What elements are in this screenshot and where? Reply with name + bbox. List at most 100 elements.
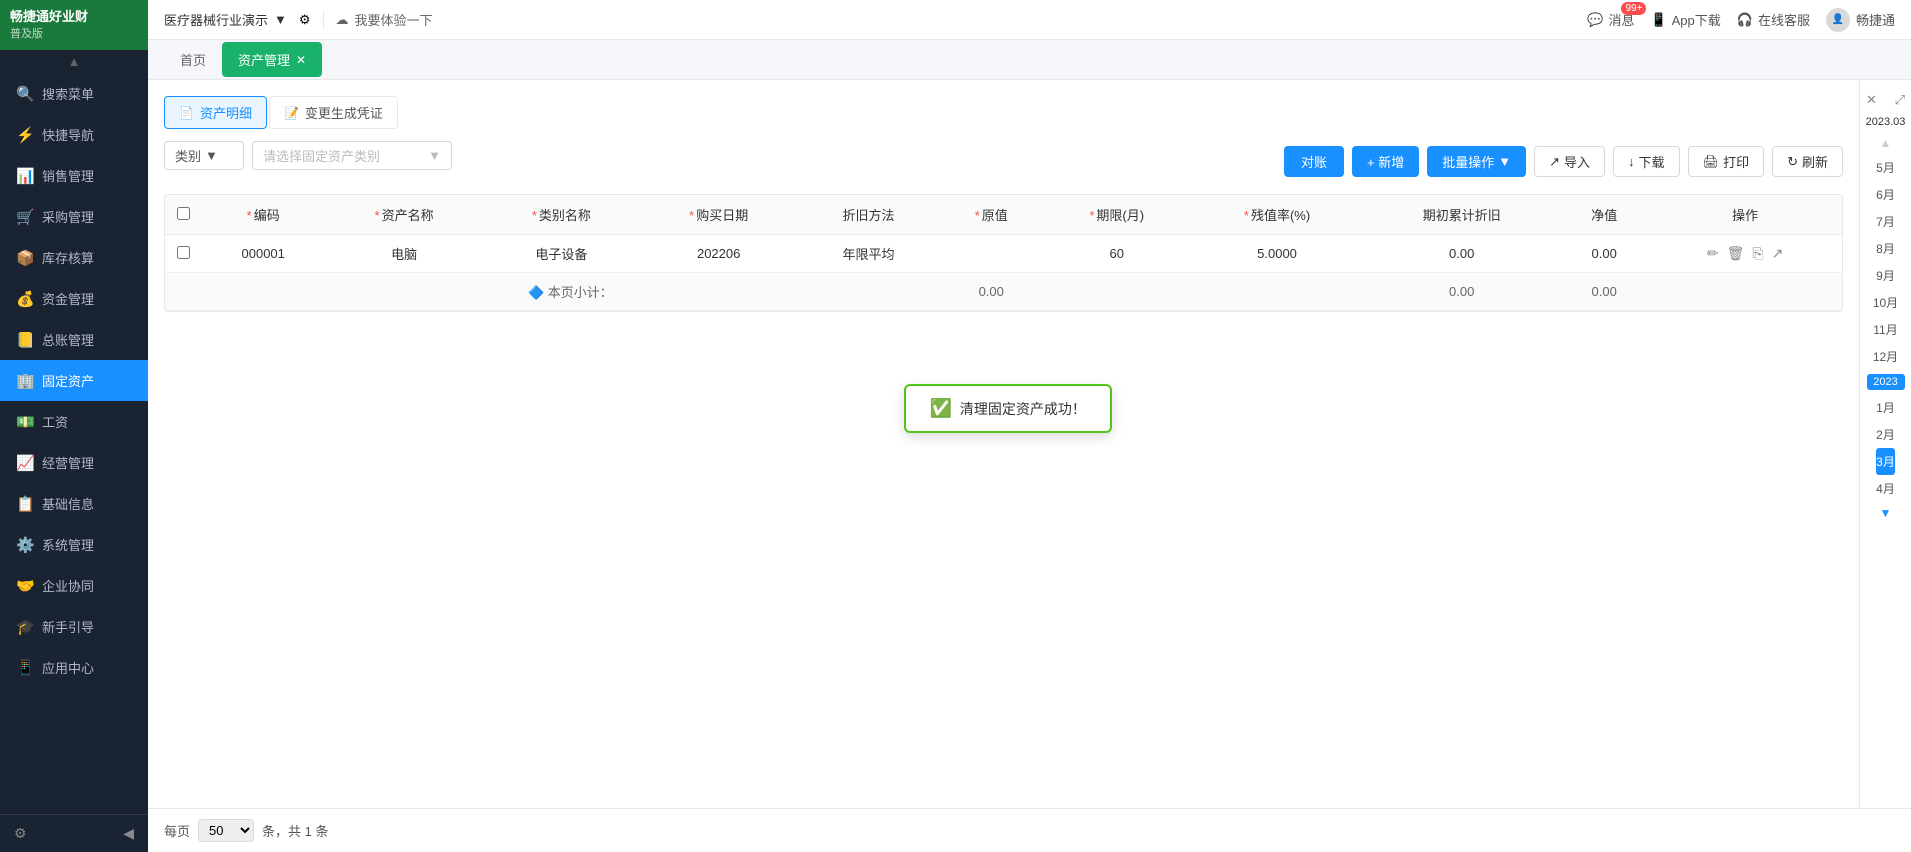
cell-net-value: 0.00 [1560, 235, 1648, 273]
month-item[interactable]: 10月 [1873, 289, 1898, 316]
month-item[interactable]: 2月 [1876, 421, 1895, 448]
row-checkbox-cell [165, 235, 201, 273]
experience-label: 我要体验一下 [355, 10, 433, 29]
header-original-value: *原值 [940, 195, 1043, 235]
success-check-icon: ✅ [930, 398, 952, 419]
header-purchase-date: *购买日期 [640, 195, 797, 235]
sidebar-item-apps[interactable]: 📱应用中心 [0, 647, 148, 688]
experience-btn[interactable]: ☁ 我要体验一下 [336, 10, 433, 29]
delete-icon[interactable]: 🗑 [1727, 245, 1745, 262]
more-icon[interactable]: ↗ [1772, 245, 1784, 262]
tab-asset[interactable]: 资产管理 ✕ [222, 42, 322, 77]
sidebar-item-enterprise[interactable]: 🤝企业协同 [0, 565, 148, 606]
funds-icon: 💰 [16, 290, 34, 308]
new-button[interactable]: + 新增 [1352, 146, 1419, 177]
sidebar-item-quicknav[interactable]: ⚡快捷导航 [0, 114, 148, 155]
sidebar-item-ledger[interactable]: 📒总账管理 [0, 319, 148, 360]
category-filter-label[interactable]: 类别 ▼ [164, 141, 244, 170]
sidebar-item-search[interactable]: 🔍搜索菜单 [0, 73, 148, 114]
sidebar-label-purchase: 采购管理 [42, 207, 94, 226]
row-checkbox[interactable] [177, 246, 190, 259]
sub-tab-voucher[interactable]: 📝 变更生成凭证 [269, 96, 398, 129]
sidebar-label-sales: 销售管理 [42, 166, 94, 185]
message-btn[interactable]: 💬 消息 99+ [1587, 10, 1634, 29]
import-button[interactable]: ↗ 导入 [1534, 146, 1605, 177]
download-icon: 📱 [1650, 12, 1666, 28]
cell-residual-rate: 5.0000 [1191, 235, 1363, 273]
page-content: 📄 资产明细 📝 变更生成凭证 类别 ▼ 请选择固定资产类别 [148, 80, 1859, 808]
month-item[interactable]: 8月 [1873, 235, 1898, 262]
sidebar-scroll-up[interactable]: ▲ [0, 50, 148, 73]
sub-tab-detail-label: 资产明细 [200, 103, 252, 122]
sub-tab-detail[interactable]: 📄 资产明细 [164, 96, 267, 129]
sidebar-item-operations[interactable]: 📈经营管理 [0, 442, 148, 483]
collapse-icon[interactable]: ◀ [123, 825, 134, 842]
sidebar-item-basic[interactable]: 📋基础信息 [0, 483, 148, 524]
import-label: 导入 [1564, 152, 1590, 171]
cell-depreciation: 年限平均 [797, 235, 940, 273]
online-service-btn[interactable]: 🎧 在线客服 [1737, 10, 1810, 29]
month-item[interactable]: 5月 [1873, 154, 1898, 181]
select-all-checkbox[interactable] [177, 207, 190, 220]
month-item[interactable]: 4月 [1876, 475, 1895, 502]
company-dropdown-icon: ▼ [274, 12, 287, 27]
sidebar-item-inventory[interactable]: 📦库存核算 [0, 237, 148, 278]
month-item[interactable]: 7月 [1873, 208, 1898, 235]
per-page-label: 每页 [164, 821, 190, 840]
month-item[interactable]: 9月 [1873, 262, 1898, 289]
settings-icon[interactable]: ⚙ [14, 825, 27, 842]
sidebar-label-inventory: 库存核算 [42, 248, 94, 267]
user-menu[interactable]: 👤 畅捷通 [1826, 8, 1895, 32]
refresh-button[interactable]: ↻ 刷新 [1772, 146, 1843, 177]
table-header-row: *编码 *资产名称 *类别名称 *购买日期 折旧方法 *原值 *期限(月) *残… [165, 195, 1842, 235]
expand-panel-icon[interactable]: ⤢ [1895, 92, 1905, 108]
sidebar-item-system[interactable]: ⚙️系统管理 [0, 524, 148, 565]
download-icon: ↓ [1628, 154, 1635, 169]
close-panel-icon[interactable]: ✕ [1866, 92, 1877, 108]
month-item[interactable]: 11月 [1873, 316, 1898, 343]
sidebar-item-funds[interactable]: 💰资金管理 [0, 278, 148, 319]
gear-icon[interactable]: ⚙ [299, 12, 311, 28]
tab-home[interactable]: 首页 [164, 42, 222, 77]
month-item[interactable]: 12月 [1873, 343, 1898, 370]
month-item[interactable]: 3月 [1876, 448, 1895, 475]
sidebar-label-enterprise: 企业协同 [42, 576, 94, 595]
panel-up-arrow[interactable]: ▲ [1880, 132, 1892, 154]
action-icons: ✏ 🗑 ⎘ ↗ [1656, 245, 1834, 262]
app-name: 畅捷通好业财 [10, 9, 88, 26]
subtotal-icon: 🔷 [528, 285, 544, 300]
sidebar-item-sales[interactable]: 📊销售管理 [0, 155, 148, 196]
account-button[interactable]: 对账 [1284, 146, 1344, 177]
sidebar-item-purchase[interactable]: 🛒采购管理 [0, 196, 148, 237]
month-item[interactable]: 6月 [1873, 181, 1898, 208]
tab-close-icon[interactable]: ✕ [296, 53, 306, 67]
sidebar-item-guide[interactable]: 🎓新手引导 [0, 606, 148, 647]
copy-icon[interactable]: ⎘ [1752, 245, 1763, 262]
months-after: 1月2月3月4月 [1876, 394, 1895, 502]
print-button[interactable]: 🖨 打印 [1688, 146, 1765, 177]
edit-icon[interactable]: ✏ [1707, 245, 1719, 262]
batch-button[interactable]: 批量操作 ▼ [1427, 146, 1526, 177]
sidebar-label-apps: 应用中心 [42, 658, 94, 677]
quicknav-icon: ⚡ [16, 126, 34, 144]
header-code: *编码 [201, 195, 325, 235]
subtotal-empty [165, 273, 201, 311]
download-button[interactable]: ↓ 下载 [1613, 146, 1680, 177]
panel-down-arrow[interactable]: ▼ [1880, 502, 1892, 524]
category-filter-select[interactable]: 请选择固定资产类别 ▼ [252, 141, 452, 170]
sidebar-item-wages[interactable]: 💵工资 [0, 401, 148, 442]
sidebar-item-fixed[interactable]: 🏢固定资产 [0, 360, 148, 401]
import-icon: ↗ [1549, 154, 1560, 170]
subtotal-net: 0.00 [1560, 273, 1648, 311]
cell-period: 60 [1043, 235, 1191, 273]
sidebar-label-wages: 工资 [42, 412, 68, 431]
fixed-icon: 🏢 [16, 372, 34, 390]
detail-icon: 📄 [179, 106, 194, 120]
headset-icon: 🎧 [1737, 12, 1753, 28]
tabbar: 首页 资产管理 ✕ [148, 40, 1911, 80]
company-selector[interactable]: 医疗器械行业演示 ▼ [164, 10, 287, 29]
per-page-select[interactable]: 50 100 [198, 819, 254, 842]
username: 畅捷通 [1856, 10, 1895, 29]
app-download-btn[interactable]: 📱 App下载 [1650, 10, 1720, 29]
month-item[interactable]: 1月 [1876, 394, 1895, 421]
